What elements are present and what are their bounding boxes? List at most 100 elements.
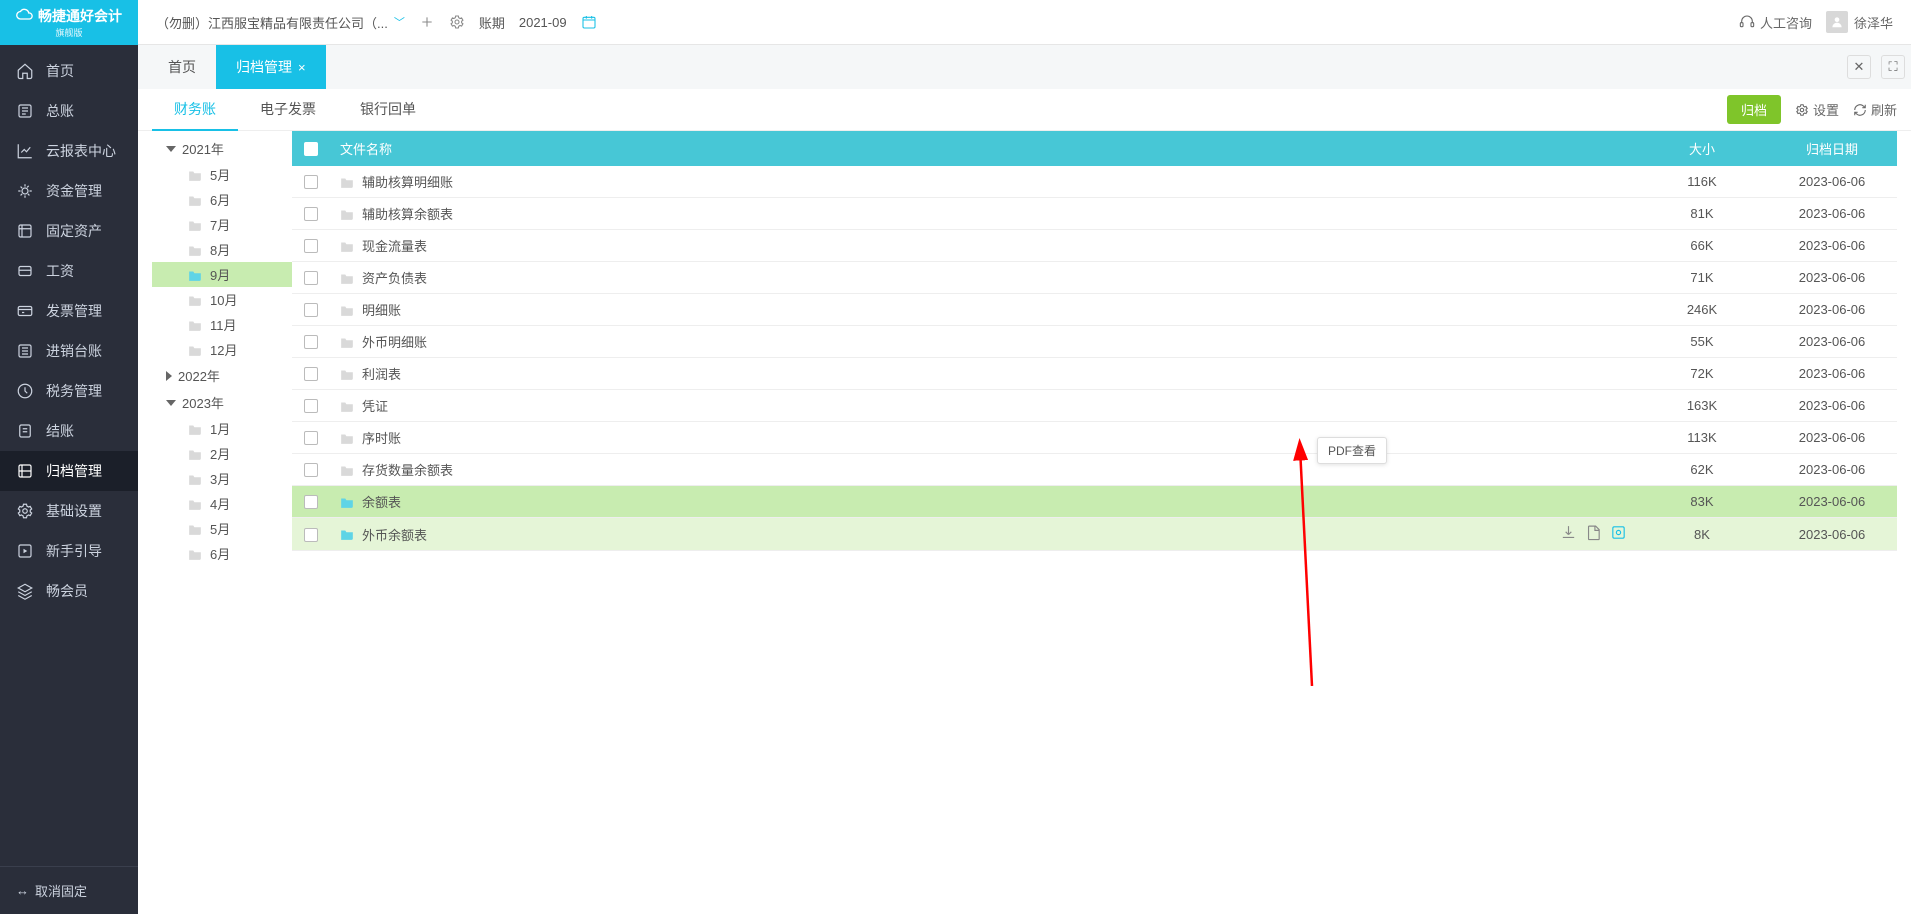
table-row[interactable]: 序时账113K2023-06-06: [292, 422, 1897, 454]
sidebar-item-label: 进销台账: [46, 341, 102, 361]
table-row[interactable]: 现金流量表66K2023-06-06: [292, 230, 1897, 262]
support-link[interactable]: 人工咨询: [1739, 13, 1812, 32]
page-tab-0[interactable]: 首页: [148, 45, 216, 89]
tree-month[interactable]: 5月: [152, 162, 292, 187]
file-size: 8K: [1637, 518, 1767, 551]
sidebar-item-4[interactable]: 固定资产: [0, 211, 138, 251]
row-checkbox[interactable]: [304, 175, 318, 189]
file-date: 2023-06-06: [1767, 358, 1897, 390]
sidebar-item-3[interactable]: 资金管理: [0, 171, 138, 211]
row-checkbox[interactable]: [304, 367, 318, 381]
inner-tab-1[interactable]: 电子发票: [238, 89, 338, 131]
row-checkbox[interactable]: [304, 207, 318, 221]
refresh-icon: [1853, 103, 1867, 117]
settings-button[interactable]: 设置: [1795, 100, 1839, 119]
row-checkbox[interactable]: [304, 303, 318, 317]
page-tab-1[interactable]: 归档管理×: [216, 45, 326, 89]
tree-month[interactable]: 9月: [152, 262, 292, 287]
sidebar-item-11[interactable]: 基础设置: [0, 491, 138, 531]
refresh-button[interactable]: 刷新: [1853, 100, 1897, 119]
table-row[interactable]: 凭证163K2023-06-06: [292, 390, 1897, 422]
file-size: 66K: [1637, 230, 1767, 262]
file-size: 71K: [1637, 262, 1767, 294]
table-row[interactable]: 存货数量余额表62K2023-06-06: [292, 454, 1897, 486]
folder-icon: [188, 319, 202, 331]
sidebar-item-9[interactable]: 结账: [0, 411, 138, 451]
file-size: 72K: [1637, 358, 1767, 390]
folder-icon: [340, 336, 354, 348]
file-date: 2023-06-06: [1767, 486, 1897, 518]
folder-icon: [340, 240, 354, 252]
inner-tab-0[interactable]: 财务账: [152, 89, 238, 131]
table-row[interactable]: 明细账246K2023-06-06: [292, 294, 1897, 326]
tooltip-pdf-view: PDF查看: [1317, 437, 1387, 464]
sidebar-item-6[interactable]: 发票管理: [0, 291, 138, 331]
tree-year[interactable]: 2023年: [152, 389, 292, 416]
file-size: 116K: [1637, 166, 1767, 198]
close-tab-button[interactable]: ✕: [1847, 55, 1871, 79]
table-row[interactable]: 余额表83K2023-06-06: [292, 486, 1897, 518]
tree-month[interactable]: 8月: [152, 237, 292, 262]
tree-month[interactable]: 6月: [152, 187, 292, 212]
tree-month[interactable]: 5月: [152, 516, 292, 541]
row-checkbox[interactable]: [304, 399, 318, 413]
table-row[interactable]: 辅助核算余额表81K2023-06-06: [292, 198, 1897, 230]
table-row[interactable]: 外币余额表8K2023-06-06: [292, 518, 1897, 551]
download-icon[interactable]: [1560, 524, 1577, 544]
row-checkbox[interactable]: [304, 239, 318, 253]
year-tree: 2021年5月6月7月8月9月10月11月12月2022年2023年1月2月3月…: [152, 131, 292, 914]
tree-month[interactable]: 1月: [152, 416, 292, 441]
tree-month[interactable]: 3月: [152, 466, 292, 491]
table-row[interactable]: 资产负债表71K2023-06-06: [292, 262, 1897, 294]
file-size: 246K: [1637, 294, 1767, 326]
tree-year[interactable]: 2021年: [152, 135, 292, 162]
pdf-view-icon[interactable]: [1610, 524, 1627, 544]
row-checkbox[interactable]: [304, 431, 318, 445]
table-row[interactable]: 利润表72K2023-06-06: [292, 358, 1897, 390]
file-date: 2023-06-06: [1767, 198, 1897, 230]
file-size: 55K: [1637, 326, 1767, 358]
tree-year[interactable]: 2022年: [152, 362, 292, 389]
sidebar-item-1[interactable]: 总账: [0, 91, 138, 131]
file-name: 外币明细账: [362, 332, 427, 351]
sidebar-item-label: 云报表中心: [46, 141, 116, 161]
tree-month[interactable]: 7月: [152, 212, 292, 237]
tree-month[interactable]: 2月: [152, 441, 292, 466]
select-all-checkbox[interactable]: [304, 142, 318, 156]
user-menu[interactable]: 徐泽华: [1826, 11, 1893, 33]
table-row[interactable]: 外币明细账55K2023-06-06: [292, 326, 1897, 358]
sidebar-item-0[interactable]: 首页: [0, 51, 138, 91]
tree-month[interactable]: 12月: [152, 337, 292, 362]
sidebar-item-13[interactable]: 畅会员: [0, 571, 138, 611]
tree-month[interactable]: 6月: [152, 541, 292, 566]
pdf-icon[interactable]: [1585, 524, 1602, 544]
sidebar-item-8[interactable]: 税务管理: [0, 371, 138, 411]
sidebar-item-7[interactable]: 进销台账: [0, 331, 138, 371]
add-company-button[interactable]: [419, 14, 435, 30]
sidebar-item-5[interactable]: 工资: [0, 251, 138, 291]
sidebar-item-2[interactable]: 云报表中心: [0, 131, 138, 171]
row-checkbox[interactable]: [304, 271, 318, 285]
file-name: 凭证: [362, 396, 388, 415]
company-selector[interactable]: （勿删）江西服宝精品有限责任公司（... ﹀: [156, 13, 405, 32]
unpin-sidebar[interactable]: ↔ 取消固定: [0, 866, 138, 914]
tree-month[interactable]: 10月: [152, 287, 292, 312]
company-settings-button[interactable]: [449, 14, 465, 30]
sidebar-item-12[interactable]: 新手引导: [0, 531, 138, 571]
fullscreen-button[interactable]: ⛶: [1881, 55, 1905, 79]
file-name: 外币余额表: [362, 525, 427, 544]
row-checkbox[interactable]: [304, 528, 318, 542]
table-row[interactable]: 辅助核算明细账116K2023-06-06: [292, 166, 1897, 198]
folder-icon: [188, 473, 202, 485]
tree-month[interactable]: 11月: [152, 312, 292, 337]
file-name: 明细账: [362, 300, 401, 319]
row-checkbox[interactable]: [304, 335, 318, 349]
close-icon[interactable]: ×: [298, 60, 306, 75]
tree-month[interactable]: 4月: [152, 491, 292, 516]
row-checkbox[interactable]: [304, 495, 318, 509]
calendar-icon[interactable]: [581, 14, 597, 30]
row-checkbox[interactable]: [304, 463, 318, 477]
inner-tab-2[interactable]: 银行回单: [338, 89, 438, 131]
archive-button[interactable]: 归档: [1727, 95, 1781, 124]
sidebar-item-10[interactable]: 归档管理: [0, 451, 138, 491]
